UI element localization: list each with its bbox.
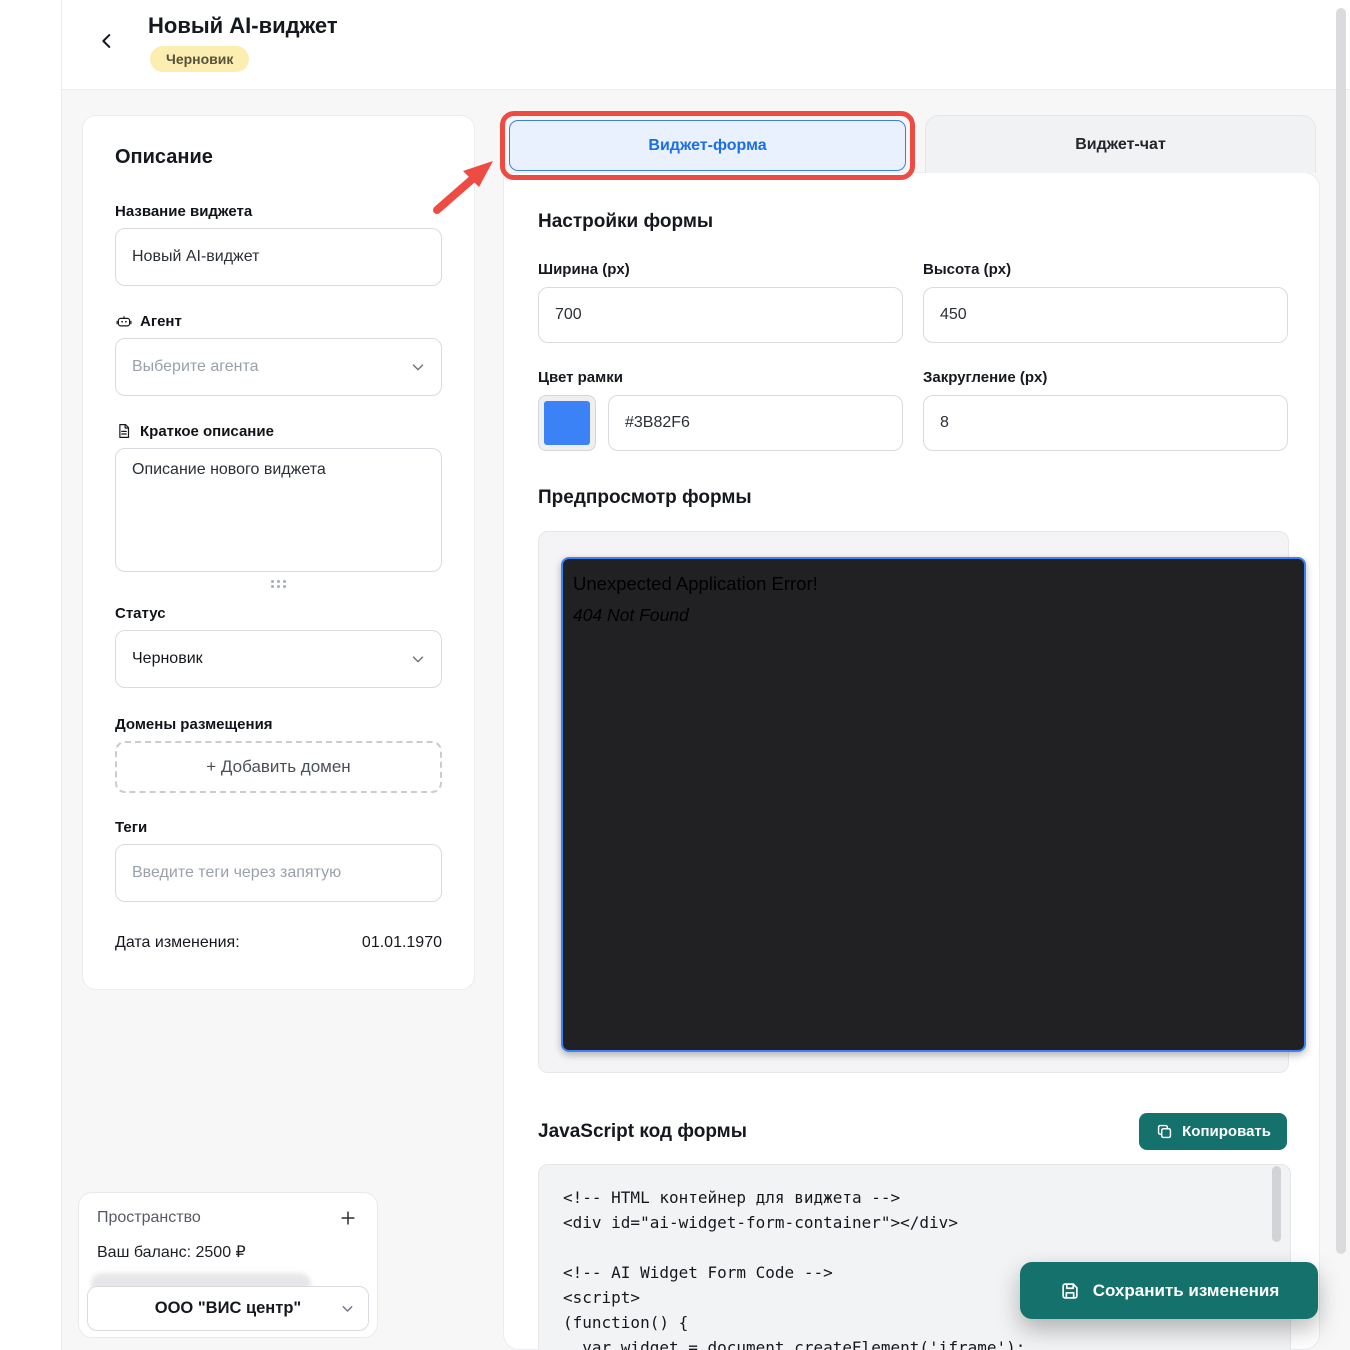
- radius-input[interactable]: [923, 395, 1288, 451]
- agent-select-placeholder: Выберите агента: [132, 358, 259, 375]
- description-title: Описание: [115, 146, 213, 168]
- radius-label: Закругление (px): [923, 369, 1048, 386]
- preview-error-detail: 404 Not Found: [573, 605, 689, 625]
- page-title: Новый AI-виджет: [148, 13, 338, 38]
- page-scrollbar[interactable]: [1336, 8, 1346, 1254]
- color-picker-swatch[interactable]: [538, 395, 596, 451]
- balance-text: Ваш баланс: 2500 ₽: [97, 1244, 246, 1261]
- height-label: Высота (px): [923, 261, 1012, 278]
- tab-widget-chat[interactable]: Виджет-чат: [925, 115, 1316, 173]
- save-button[interactable]: Сохранить изменения: [1020, 1262, 1318, 1319]
- status-label: Статус: [115, 605, 166, 622]
- app-root: ∞ A ш VisGPT: [0, 0, 1350, 1350]
- sidebar: [0, 0, 62, 1350]
- back-button[interactable]: [94, 28, 120, 54]
- annotation-highlight-box: Виджет-форма: [500, 111, 915, 180]
- domains-label: Домены размещения: [115, 716, 273, 733]
- save-icon: [1061, 1282, 1078, 1299]
- chevron-down-icon: [339, 1300, 356, 1317]
- preview-error-title: Unexpected Application Error!: [573, 573, 818, 594]
- organization-select[interactable]: ООО "ВИС центр": [87, 1286, 369, 1331]
- widget-name-input[interactable]: [115, 228, 442, 286]
- robot-icon: [116, 316, 132, 327]
- modified-date-value: 01.01.1970: [361, 934, 442, 951]
- border-color-label: Цвет рамки: [538, 369, 623, 386]
- tags-input[interactable]: [115, 844, 442, 902]
- document-icon: [119, 424, 130, 438]
- tags-label: Теги: [115, 819, 148, 836]
- code-block-scrollbar[interactable]: [1272, 1166, 1281, 1242]
- width-field: Ширина (px): [538, 261, 903, 343]
- width-input[interactable]: [538, 287, 903, 343]
- chevron-left-icon: [102, 34, 111, 48]
- preview-container: Unexpected Application Error! 404 Not Fo…: [538, 531, 1306, 1073]
- preview-iframe: Unexpected Application Error! 404 Not Fo…: [561, 557, 1306, 1052]
- preview-title: Предпросмотр формы: [538, 487, 752, 508]
- js-code-title: JavaScript код формы: [538, 1120, 747, 1142]
- status-select[interactable]: Черновик: [115, 630, 442, 688]
- save-button-label: Сохранить изменения: [1092, 1280, 1280, 1300]
- short-description-textarea[interactable]: Описание нового виджета: [115, 448, 442, 572]
- description-panel: Описание Название виджета Агент Выберите…: [82, 115, 475, 990]
- agent-select[interactable]: Выберите агента: [115, 338, 442, 396]
- agent-label: Агент: [115, 312, 442, 330]
- code-line: var widget = document.createElement('ifr…: [563, 1338, 1026, 1350]
- copy-button[interactable]: Копировать: [1139, 1113, 1287, 1150]
- workspace-title: Пространство: [97, 1209, 201, 1226]
- code-line: <div id="ai-widget-form-container"></div…: [563, 1213, 958, 1232]
- workspace-panel: Пространство Ваш баланс: 2500 ₽ ООО "ВИС…: [78, 1192, 378, 1338]
- chevron-down-icon: [409, 650, 427, 668]
- width-label: Ширина (px): [538, 261, 630, 278]
- copy-icon: [1157, 1124, 1172, 1139]
- status-select-value: Черновик: [132, 650, 203, 667]
- code-block[interactable]: <!-- HTML контейнер для виджета --> <div …: [538, 1164, 1291, 1350]
- border-color-input[interactable]: [608, 395, 903, 451]
- short-description-label: Краткое описание: [115, 422, 442, 440]
- code-line: <!-- HTML контейнер для виджета -->: [563, 1188, 901, 1207]
- chevron-down-icon: [409, 358, 427, 376]
- modified-date-row: Дата изменения: 01.01.1970: [115, 934, 442, 952]
- tab-widget-form[interactable]: Виджет-форма: [509, 120, 906, 171]
- border-color-field: Цвет рамки: [538, 369, 903, 451]
- organization-select-value: ООО "ВИС центр": [154, 1299, 302, 1317]
- height-input[interactable]: [923, 287, 1288, 343]
- copy-button-label: Копировать: [1182, 1123, 1271, 1140]
- radius-field: Закругление (px): [923, 369, 1288, 451]
- add-domain-button[interactable]: + Добавить домен: [115, 741, 442, 793]
- form-settings-title: Настройки формы: [538, 211, 714, 232]
- plus-icon: [341, 1211, 355, 1225]
- widget-name-label: Название виджета: [115, 203, 253, 220]
- modified-date-label: Дата изменения:: [115, 934, 240, 951]
- add-workspace-button[interactable]: [337, 1207, 359, 1229]
- status-badge: Черновик: [150, 46, 250, 72]
- height-field: Высота (px): [923, 261, 1288, 343]
- widget-form-panel: Настройки формы Ширина (px) Высота (px) …: [503, 172, 1320, 1350]
- color-swatch: [544, 401, 590, 445]
